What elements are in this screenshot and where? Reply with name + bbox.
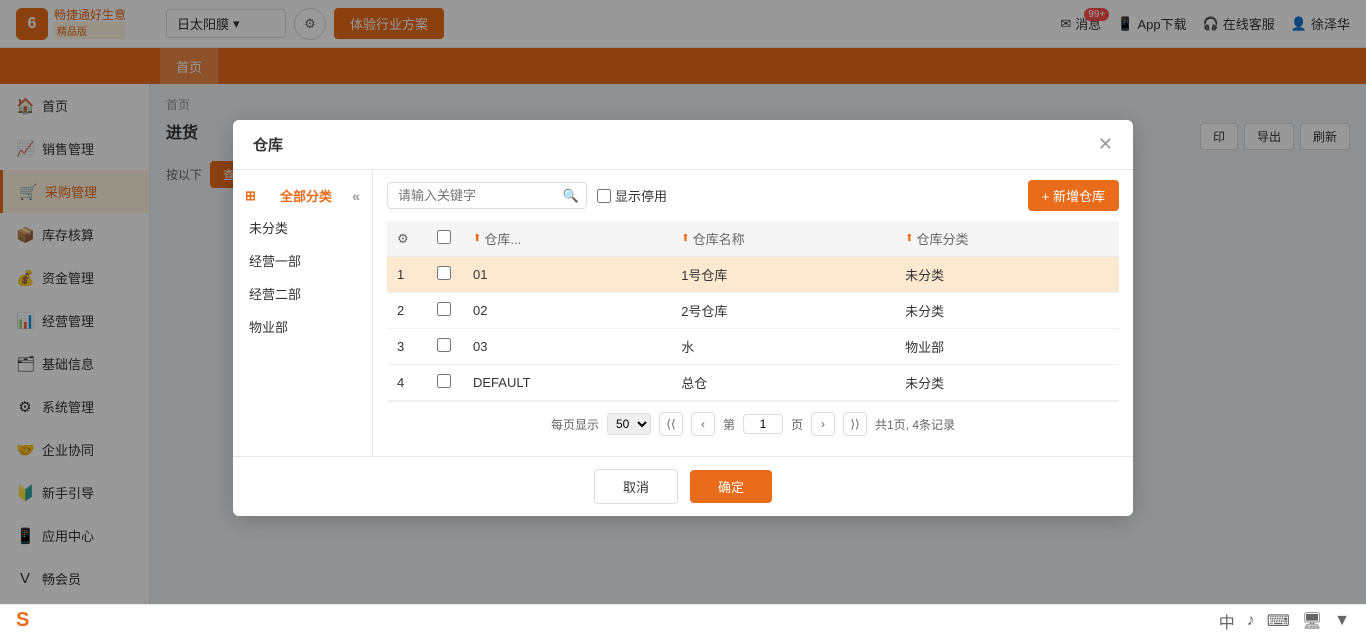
col-settings: ⚙: [387, 221, 427, 257]
collapse-button[interactable]: «: [352, 188, 360, 204]
add-warehouse-button[interactable]: + 新增仓库: [1028, 180, 1119, 211]
bottom-logo: S: [16, 609, 29, 632]
pagination: 每页显示 50 ⟨⟨ ‹ 第 页 › ⟩⟩ 共1页, 4条记录: [387, 401, 1119, 446]
row-category: 未分类: [895, 257, 1119, 293]
row-checkbox-cell: [427, 257, 463, 293]
row-checkbox-cell: [427, 293, 463, 329]
page-number-input[interactable]: [743, 414, 783, 434]
table-toolbar: 🔍 显示停用 + 新增仓库: [387, 180, 1119, 211]
table-header: ⚙ ⬆ 仓库...: [387, 221, 1119, 257]
select-all-checkbox[interactable]: [437, 230, 451, 244]
warehouse-dialog: 仓库 ✕ ⊞ 全部分类 « 未分类 经营一部 经营二部 物业部: [233, 120, 1133, 516]
table-area: 🔍 显示停用 + 新增仓库 ⚙: [373, 170, 1133, 456]
sort-icon: ⬆: [473, 233, 481, 244]
prev-page-button[interactable]: ‹: [691, 412, 715, 436]
row-settings: 1: [387, 257, 427, 293]
modal-overlay: 仓库 ✕ ⊞ 全部分类 « 未分类 经营一部 经营二部 物业部: [0, 0, 1366, 636]
all-categories-header[interactable]: ⊞ 全部分类 «: [233, 180, 372, 211]
sound-icon[interactable]: ♪: [1247, 612, 1255, 630]
row-checkbox[interactable]: [437, 374, 451, 388]
page-label-before: 第: [723, 416, 735, 433]
show-disabled-checkbox[interactable]: [597, 189, 611, 203]
category-item-ops2[interactable]: 经营二部: [233, 277, 372, 310]
row-checkbox[interactable]: [437, 338, 451, 352]
first-page-button[interactable]: ⟨⟨: [659, 412, 683, 436]
row-name: 总仓: [671, 365, 895, 401]
search-input[interactable]: [387, 182, 587, 209]
row-code: 01: [463, 257, 671, 293]
sort-icon-cat: ⬆: [905, 233, 913, 244]
bottom-bar: S 中 ♪ ⌨ 🖥 ▼: [0, 604, 1366, 636]
col-name: ⬆ 仓库名称: [671, 221, 895, 257]
next-page-button[interactable]: ›: [811, 412, 835, 436]
table-row[interactable]: 2 02 2号仓库 未分类: [387, 293, 1119, 329]
per-page-label: 每页显示: [551, 416, 599, 433]
row-name: 2号仓库: [671, 293, 895, 329]
settings-col-icon: ⚙: [397, 231, 409, 246]
category-item-property[interactable]: 物业部: [233, 310, 372, 343]
category-item-unclassified[interactable]: 未分类: [233, 211, 372, 244]
dialog-header: 仓库 ✕: [233, 120, 1133, 170]
chinese-input-icon[interactable]: 中: [1219, 609, 1235, 633]
bottom-icons: 中 ♪ ⌨ 🖥 ▼: [1219, 609, 1350, 633]
row-checkbox-cell: [427, 365, 463, 401]
table-row[interactable]: 1 01 1号仓库 未分类: [387, 257, 1119, 293]
search-wrap: 🔍: [387, 182, 587, 209]
dialog-footer: 取消 确定: [233, 456, 1133, 516]
dialog-body: ⊞ 全部分类 « 未分类 经营一部 经营二部 物业部 🔍: [233, 170, 1133, 456]
row-settings: 4: [387, 365, 427, 401]
monitor-icon[interactable]: 🖥: [1302, 611, 1322, 631]
col-code: ⬆ 仓库...: [463, 221, 671, 257]
row-name: 1号仓库: [671, 257, 895, 293]
category-sidebar: ⊞ 全部分类 « 未分类 经营一部 经营二部 物业部: [233, 170, 373, 456]
col-category: ⬆ 仓库分类: [895, 221, 1119, 257]
last-page-button[interactable]: ⟩⟩: [843, 412, 867, 436]
table-body: 1 01 1号仓库 未分类 2 02 2号仓库: [387, 257, 1119, 401]
row-code: DEFAULT: [463, 365, 671, 401]
confirm-button[interactable]: 确定: [690, 470, 772, 503]
row-checkbox[interactable]: [437, 302, 451, 316]
row-code: 03: [463, 329, 671, 365]
show-disabled-label: 显示停用: [615, 186, 667, 205]
keyboard-icon[interactable]: ⌨: [1267, 611, 1290, 631]
row-category: 未分类: [895, 293, 1119, 329]
page-label: 页: [791, 416, 803, 433]
show-disabled-toggle[interactable]: 显示停用: [597, 186, 667, 205]
col-checkbox: [427, 221, 463, 257]
category-item-ops1[interactable]: 经营一部: [233, 244, 372, 277]
row-code: 02: [463, 293, 671, 329]
table-header-row: ⚙ ⬆ 仓库...: [387, 221, 1119, 257]
warehouse-table: ⚙ ⬆ 仓库...: [387, 221, 1119, 401]
dialog-close-button[interactable]: ✕: [1098, 134, 1113, 155]
row-checkbox[interactable]: [437, 266, 451, 280]
cancel-button[interactable]: 取消: [594, 469, 678, 504]
row-category: 未分类: [895, 365, 1119, 401]
table-row[interactable]: 4 DEFAULT 总仓 未分类: [387, 365, 1119, 401]
row-settings: 3: [387, 329, 427, 365]
sort-icon-name: ⬆: [681, 233, 689, 244]
page-size-select[interactable]: 50: [607, 413, 651, 435]
dialog-title: 仓库: [253, 134, 283, 155]
row-category: 物业部: [895, 329, 1119, 365]
row-checkbox-cell: [427, 329, 463, 365]
total-info: 共1页, 4条记录: [875, 416, 955, 433]
expand-icon[interactable]: ▼: [1334, 612, 1350, 630]
row-name: 水: [671, 329, 895, 365]
table-container: ⚙ ⬆ 仓库...: [387, 221, 1119, 401]
search-icon[interactable]: 🔍: [563, 188, 579, 204]
table-row[interactable]: 3 03 水 物业部: [387, 329, 1119, 365]
grid-icon: ⊞: [245, 188, 256, 204]
row-settings: 2: [387, 293, 427, 329]
